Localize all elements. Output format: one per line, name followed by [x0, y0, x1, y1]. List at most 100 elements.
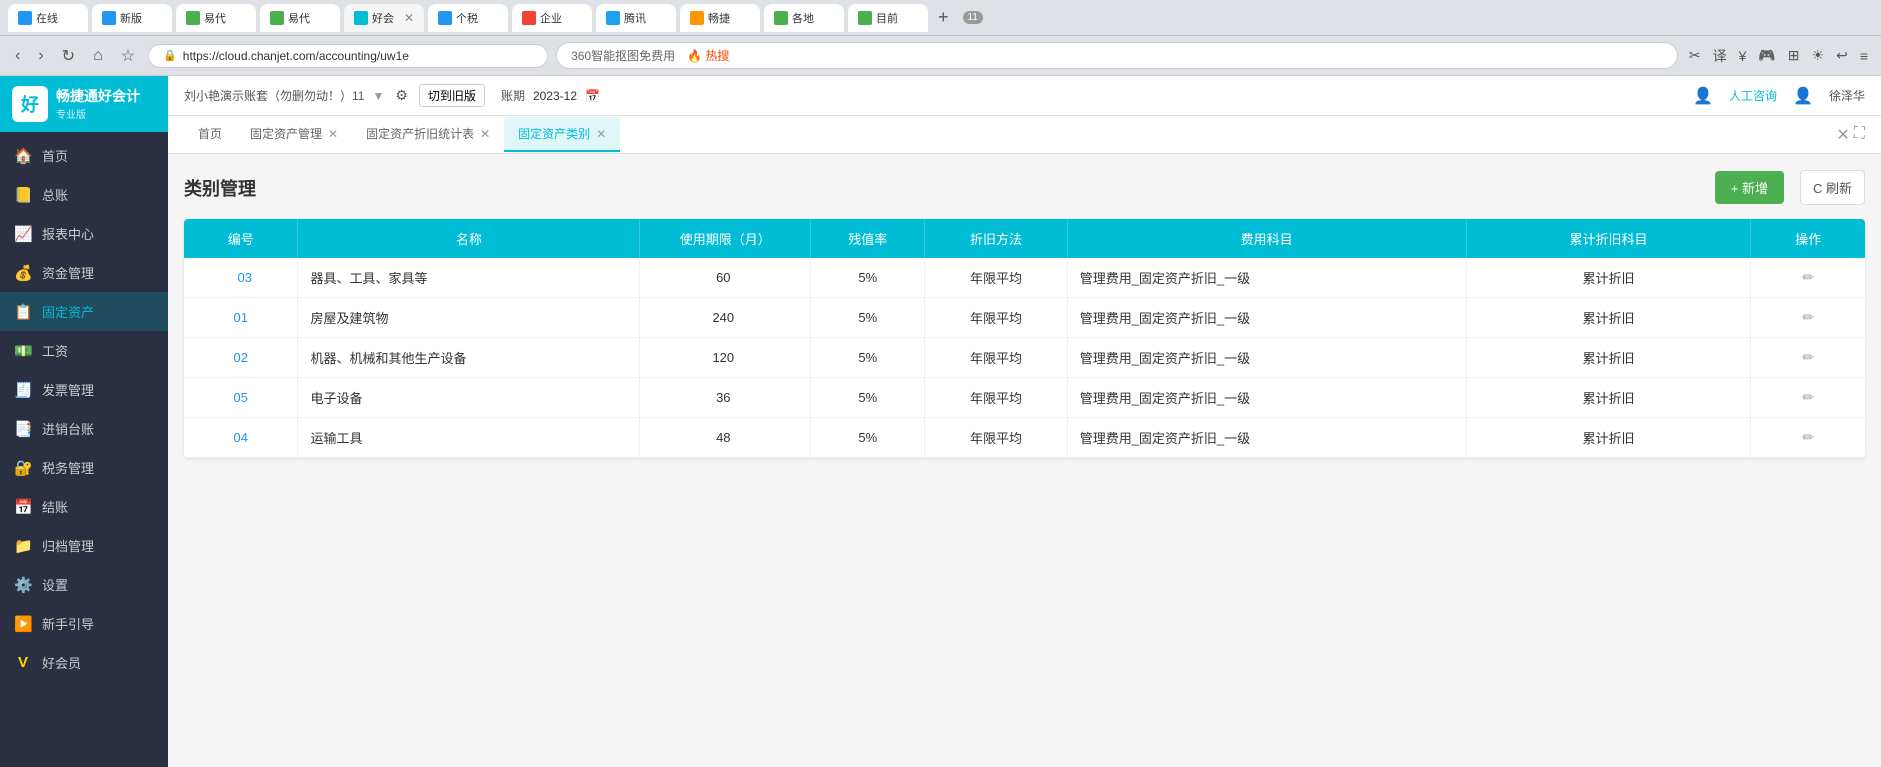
- tab-count-badge: 11: [963, 11, 983, 24]
- address-bar: ‹ › ↻ ⌂ ☆ 🔒 https://cloud.chanjet.com/ac…: [0, 36, 1881, 76]
- table-row: 05 电子设备 36 5% 年限平均 管理费用_固定资产折旧_一级 累计折旧 ✏: [184, 378, 1865, 418]
- browser-tab-0[interactable]: 在线: [8, 4, 88, 32]
- page-title: 类别管理: [184, 175, 256, 201]
- new-tab-button[interactable]: +: [932, 7, 955, 28]
- tab-home[interactable]: 首页: [184, 117, 236, 152]
- sidebar-item-settings[interactable]: ⚙️ 设置: [0, 565, 168, 604]
- grid-icon[interactable]: ⊞: [1785, 44, 1803, 67]
- browser-tab-10[interactable]: 目前: [848, 4, 928, 32]
- browser-tab-2[interactable]: 易代: [176, 4, 256, 32]
- sidebar-item-tax[interactable]: 🔐 税务管理: [0, 448, 168, 487]
- coin-icon[interactable]: ¥: [1736, 45, 1750, 67]
- row0-method: 年限平均: [925, 258, 1067, 298]
- sidebar-item-member[interactable]: V 好会员: [0, 643, 168, 682]
- row0-accumulated: 累计折旧: [1466, 258, 1751, 298]
- home-button[interactable]: ⌂: [88, 45, 108, 67]
- browser-tab-1[interactable]: 新版: [92, 4, 172, 32]
- switch-version-button[interactable]: 切到旧版: [419, 84, 485, 107]
- row2-months: 120: [640, 338, 811, 378]
- tab-fixed-asset-mgmt[interactable]: 固定资产管理 ✕: [236, 117, 352, 152]
- browser-tab-9[interactable]: 各地: [764, 4, 844, 32]
- edit-icon-2[interactable]: ✏: [1802, 349, 1814, 365]
- close-tab-1[interactable]: ✕: [328, 127, 338, 141]
- row4-months: 48: [640, 418, 811, 458]
- col-accumulated: 累计折旧科目: [1466, 219, 1751, 258]
- tab-close-4[interactable]: ✕: [404, 11, 414, 25]
- tab-icon-1: [102, 11, 116, 25]
- add-button[interactable]: + 新增: [1715, 171, 1784, 204]
- tab-asset-category[interactable]: 固定资产类别 ✕: [504, 117, 620, 152]
- calendar-icon[interactable]: 📅: [585, 89, 600, 103]
- undo-icon[interactable]: ↩: [1833, 44, 1851, 67]
- search-label: 360智能抠图免费用: [571, 47, 675, 64]
- tab-depreciation-table[interactable]: 固定资产折旧统计表 ✕: [352, 117, 504, 152]
- close-tab-3[interactable]: ✕: [596, 127, 606, 141]
- row2-edit[interactable]: ✏: [1751, 338, 1865, 378]
- row3-edit[interactable]: ✏: [1751, 378, 1865, 418]
- edit-icon-1[interactable]: ✏: [1802, 309, 1814, 325]
- brightness-icon[interactable]: ☀: [1809, 44, 1828, 67]
- search-bar[interactable]: 360智能抠图免费用 🔥 热搜: [556, 42, 1678, 69]
- close-period-icon: 📅: [14, 498, 32, 516]
- sidebar-item-invoice[interactable]: 🧾 发票管理: [0, 370, 168, 409]
- row1-edit[interactable]: ✏: [1751, 298, 1865, 338]
- sidebar-item-close-period[interactable]: 📅 结账: [0, 487, 168, 526]
- close-tab-2[interactable]: ✕: [480, 127, 490, 141]
- edit-icon-0[interactable]: ✏: [1802, 269, 1814, 285]
- sidebar-item-home[interactable]: 🏠 首页: [0, 136, 168, 175]
- browser-tab-4[interactable]: 好会 ✕: [344, 4, 424, 32]
- browser-tab-bar: 在线 新版 易代 易代 好会 ✕ 个税 企业 腾讯 畅捷 各地 目前 + 11: [0, 0, 1881, 36]
- col-method: 折旧方法: [925, 219, 1067, 258]
- bookmark-button[interactable]: ☆: [116, 44, 140, 68]
- table-row: 03 器具、工具、家具等 60 5% 年限平均 管理费用_固定资产折旧_一级 累…: [184, 258, 1865, 298]
- edit-icon-4[interactable]: ✏: [1802, 429, 1814, 445]
- settings-gear-icon[interactable]: ⚙: [392, 84, 411, 107]
- sidebar-item-label-invoice: 发票管理: [42, 380, 94, 399]
- cut-icon[interactable]: ✂: [1686, 44, 1704, 67]
- sidebar-item-label-ledger: 总账: [42, 185, 68, 204]
- sidebar-item-ledger[interactable]: 📒 总账: [0, 175, 168, 214]
- sidebar-item-purchases[interactable]: 📑 进销台账: [0, 409, 168, 448]
- menu-icon[interactable]: ≡: [1857, 45, 1871, 67]
- browser-tab-8[interactable]: 畅捷: [680, 4, 760, 32]
- sidebar-item-guide[interactable]: ▶️ 新手引导: [0, 604, 168, 643]
- game-icon[interactable]: 🎮: [1755, 44, 1778, 67]
- sidebar-item-reports[interactable]: 📈 报表中心: [0, 214, 168, 253]
- sidebar-logo: 好: [12, 86, 48, 122]
- back-button[interactable]: ‹: [10, 45, 25, 67]
- translate-icon[interactable]: 译: [1710, 43, 1730, 69]
- sidebar-title-area: 畅捷通好会计 专业版: [56, 87, 140, 120]
- forward-button[interactable]: ›: [33, 45, 48, 67]
- row0-edit[interactable]: ✏: [1751, 258, 1865, 298]
- browser-tab-3[interactable]: 易代: [260, 4, 340, 32]
- period-label: 账期: [501, 87, 525, 104]
- sidebar-item-fixed-assets[interactable]: 📋 固定资产: [0, 292, 168, 331]
- reload-button[interactable]: ↻: [57, 44, 80, 68]
- user-avatar: 👤: [1793, 86, 1813, 106]
- content-tabs: 首页 固定资产管理 ✕ 固定资产折旧统计表 ✕ 固定资产类别 ✕ ✕ ⛶: [168, 116, 1881, 154]
- url-bar[interactable]: 🔒 https://cloud.chanjet.com/accounting/u…: [148, 44, 548, 68]
- row2-accumulated: 累计折旧: [1466, 338, 1751, 378]
- table-header: 编号 名称 使用期限（月） 残值率 折旧方法 费用科目 累计折旧科目 操作: [184, 219, 1865, 258]
- browser-tab-5[interactable]: 个税: [428, 4, 508, 32]
- row4-edit[interactable]: ✏: [1751, 418, 1865, 458]
- sidebar-item-archive[interactable]: 📁 归档管理: [0, 526, 168, 565]
- refresh-button[interactable]: C 刷新: [1800, 170, 1865, 205]
- right-panel: 刘小艳演示账套（勿删勿动！）11 ▼ ⚙ 切到旧版 账期 2023-12 📅 👤…: [168, 76, 1881, 767]
- sidebar-item-salary[interactable]: 💵 工资: [0, 331, 168, 370]
- row2-method: 年限平均: [925, 338, 1067, 378]
- expand-icon[interactable]: ⛶: [1854, 125, 1865, 145]
- edit-icon-3[interactable]: ✏: [1802, 389, 1814, 405]
- browser-tab-6[interactable]: 企业: [512, 4, 592, 32]
- row0-rate: 5%: [811, 258, 925, 298]
- browser-tab-7[interactable]: 腾讯: [596, 4, 676, 32]
- sidebar-item-label-settings: 设置: [42, 575, 68, 594]
- service-label[interactable]: 人工咨询: [1729, 87, 1777, 104]
- tab-home-label: 首页: [198, 125, 222, 142]
- collapse-icon[interactable]: ✕: [1836, 125, 1849, 145]
- tab-icon-3: [270, 11, 284, 25]
- col-months: 使用期限（月）: [640, 219, 811, 258]
- sidebar-item-funds[interactable]: 💰 资金管理: [0, 253, 168, 292]
- sidebar-item-label-home: 首页: [42, 146, 68, 165]
- col-name: 名称: [298, 219, 640, 258]
